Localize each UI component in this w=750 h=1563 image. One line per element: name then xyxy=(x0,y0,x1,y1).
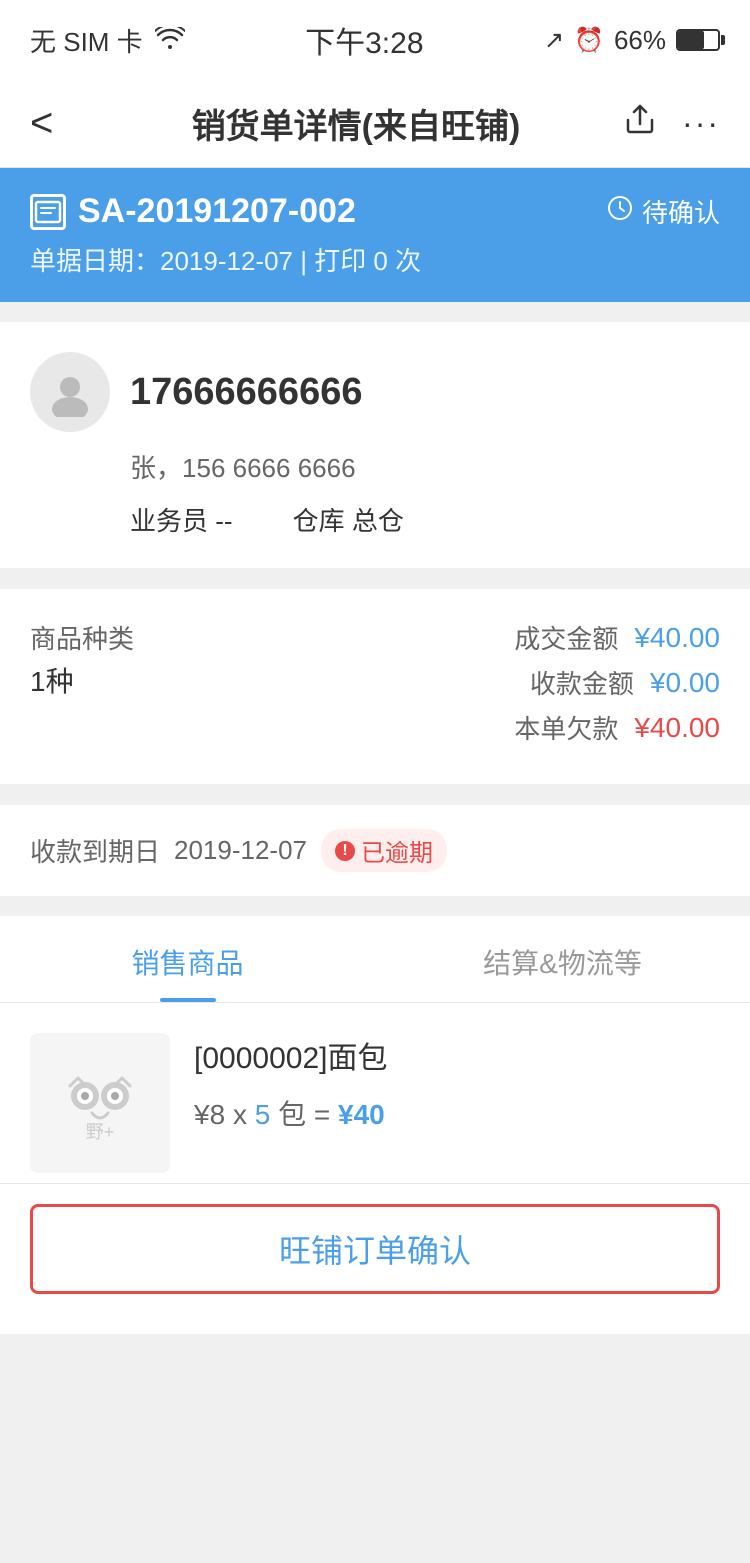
order-number: SA-20191207-002 xyxy=(30,192,356,231)
received-amount: ¥0.00 xyxy=(650,667,720,699)
product-types-field: 商品种类 1种 xyxy=(30,619,134,700)
more-icon[interactable]: ··· xyxy=(682,105,720,142)
due-date-card: 收款到期日 2019-12-07 ! 已逾期 xyxy=(0,805,750,896)
product-detail: [0000002]面包 ¥8 x 5 包 = ¥40 xyxy=(194,1033,720,1133)
summary-card: 商品种类 1种 成交金额 ¥40.00 收款金额 ¥0.00 本单欠款 ¥40.… xyxy=(0,589,750,784)
product-image: 野+ xyxy=(30,1033,170,1173)
status-bar: 无 SIM 卡 下午3:28 ↗ ⏰ 66% xyxy=(0,0,750,80)
customer-name: 张 xyxy=(130,453,156,483)
customer-alt-phone: 156 6666 6666 xyxy=(182,453,356,483)
total-price: ¥40 xyxy=(338,1099,385,1130)
battery-icon xyxy=(676,29,720,51)
tab-settlement[interactable]: 结算&物流等 xyxy=(375,916,750,1002)
product-list: 野+ [0000002]面包 ¥8 x 5 包 = ¥40 xyxy=(0,1003,750,1203)
order-status: 待确认 xyxy=(606,193,720,230)
alarm-icon: ⏰ xyxy=(574,26,604,55)
svg-text:野+: 野+ xyxy=(86,1122,115,1142)
balance-amount: ¥40.00 xyxy=(634,712,720,744)
wifi-icon xyxy=(155,25,185,56)
due-date-label: 收款到期日 xyxy=(30,832,160,869)
unit-price: ¥8 xyxy=(194,1099,225,1130)
status-time: 下午3:28 xyxy=(305,18,423,62)
tabs-bar: 销售商品 结算&物流等 xyxy=(0,916,750,1003)
nav-actions: ··· xyxy=(622,102,720,146)
amounts-section: 成交金额 ¥40.00 收款金额 ¥0.00 本单欠款 ¥40.00 xyxy=(514,619,720,754)
transaction-amount-row: 成交金额 ¥40.00 xyxy=(514,619,720,656)
status-carrier: 无 SIM 卡 xyxy=(30,22,185,59)
clock-icon xyxy=(606,194,634,229)
balance-row: 本单欠款 ¥40.00 xyxy=(514,709,720,746)
page-title: 销货单详情(来自旺铺) xyxy=(90,99,622,148)
product-price: ¥8 x 5 包 = ¥40 xyxy=(194,1093,720,1133)
order-icon xyxy=(30,194,66,230)
avatar xyxy=(30,352,110,432)
unit: 包 xyxy=(278,1099,306,1130)
status-right: ↗ ⏰ 66% xyxy=(544,25,720,56)
product-name: [0000002]面包 xyxy=(194,1033,720,1077)
list-item: 野+ [0000002]面包 ¥8 x 5 包 = ¥40 xyxy=(30,1033,720,1173)
customer-card: 17666666666 张，156 6666 6666 业务员 -- 仓库 总仓 xyxy=(0,322,750,568)
location-icon: ↗ xyxy=(544,26,564,55)
carrier-text: 无 SIM 卡 xyxy=(30,22,143,59)
customer-phone: 17666666666 xyxy=(130,371,362,414)
due-date-value: 2019-12-07 xyxy=(174,835,307,866)
received-amount-row: 收款金额 ¥0.00 xyxy=(514,664,720,701)
salesperson-field: 业务员 -- xyxy=(130,501,233,538)
customer-info: 张，156 6666 6666 xyxy=(30,448,720,485)
customer-meta: 业务员 -- 仓库 总仓 xyxy=(30,501,720,538)
overdue-icon: ! xyxy=(335,841,355,861)
bottom-bar: 旺铺订单确认 xyxy=(0,1183,750,1334)
tab-products[interactable]: 销售商品 xyxy=(0,916,375,1002)
back-button[interactable]: < xyxy=(30,101,90,146)
order-date: 单据日期：2019-12-07 | 打印 0 次 xyxy=(30,241,720,278)
confirm-button[interactable]: 旺铺订单确认 xyxy=(30,1204,720,1294)
order-header: SA-20191207-002 待确认 单据日期：2019-12-07 | 打印… xyxy=(0,168,750,302)
overdue-badge: ! 已逾期 xyxy=(321,829,447,872)
transaction-amount: ¥40.00 xyxy=(634,622,720,654)
bottom-spacer xyxy=(0,1403,750,1563)
warehouse-field: 仓库 总仓 xyxy=(293,501,404,538)
battery-percent: 66% xyxy=(614,25,666,56)
quantity: 5 xyxy=(255,1099,271,1130)
share-icon[interactable] xyxy=(622,102,658,146)
nav-bar: < 销货单详情(来自旺铺) ··· xyxy=(0,80,750,168)
